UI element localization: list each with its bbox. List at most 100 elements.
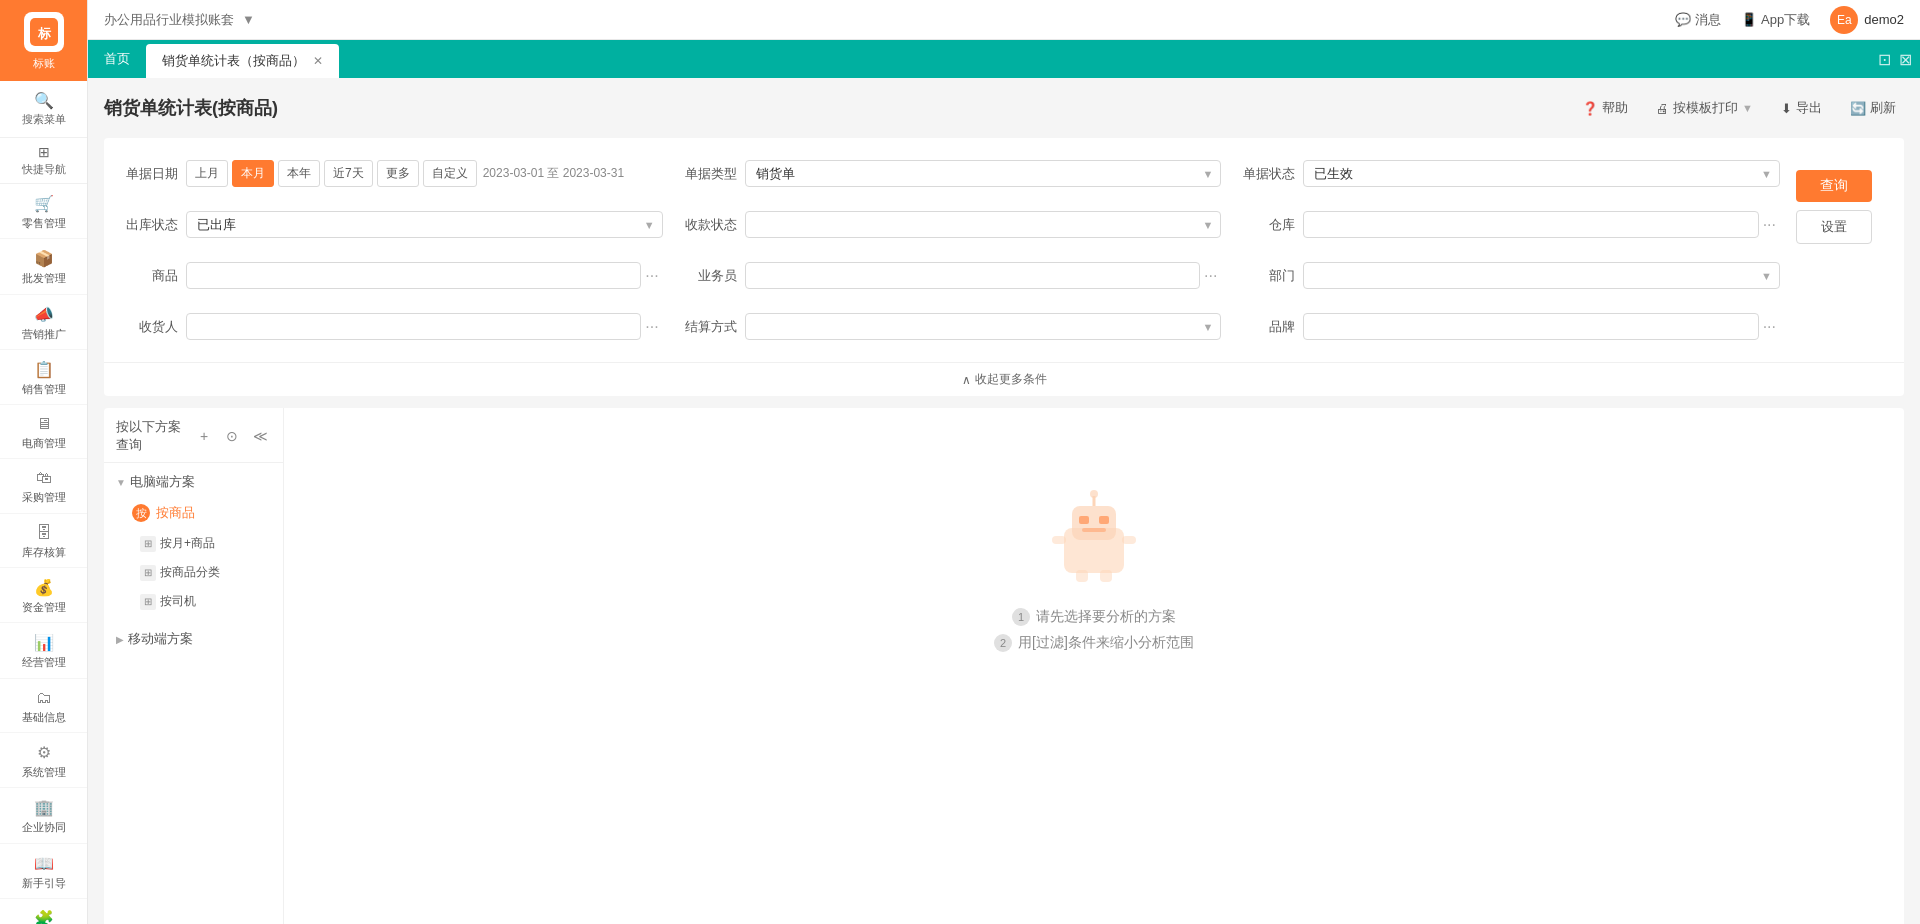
logo-area[interactable]: 标 标账 (0, 0, 87, 81)
date-btn-more[interactable]: 更多 (377, 160, 419, 187)
svg-text:标: 标 (36, 26, 51, 41)
refresh-label: 刷新 (1870, 99, 1896, 117)
query-btn[interactable]: 查询 (1796, 170, 1872, 202)
sidebar-item-inventory[interactable]: 🗄 库存核算 (0, 514, 87, 568)
scheme-subitem-month-goods[interactable]: ⊞ 按月+商品 (104, 529, 283, 558)
filter-goods: 商品 ··· (120, 256, 679, 295)
breadcrumb-dropdown[interactable]: ▼ (242, 12, 255, 27)
svg-point-8 (1090, 490, 1098, 498)
warehouse-content: ··· (1303, 211, 1780, 238)
sidebar-search[interactable]: 🔍 搜索菜单 (0, 81, 87, 138)
receiver-input[interactable] (186, 313, 641, 340)
goods-input[interactable] (186, 262, 641, 289)
scheme-group-pc-title[interactable]: ▼ 电脑端方案 (104, 467, 283, 497)
brand-input[interactable] (1303, 313, 1758, 340)
receipt-status-select[interactable] (745, 211, 1222, 238)
app-icon: 📱 (1741, 12, 1757, 27)
export-icon: ⬇ (1781, 101, 1792, 116)
sidebar-item-guide[interactable]: 📖 新手引导 (0, 844, 87, 899)
help-icon: ❓ (1582, 101, 1598, 116)
sidebar-item-enterprise[interactable]: 🏢 企业协同 (0, 788, 87, 843)
sidebar-item-system[interactable]: ⚙ 系统管理 (0, 733, 87, 788)
date-btn-this-month[interactable]: 本月 (232, 160, 274, 187)
sidebar-item-operations[interactable]: 📊 经营管理 (0, 623, 87, 678)
scheme-subitem-goods-category[interactable]: ⊞ 按商品分类 (104, 558, 283, 587)
filter-row-4: 收货人 ··· 结算方式 (120, 307, 1796, 346)
warehouse-dots[interactable]: ··· (1759, 216, 1780, 234)
sidebar-item-sales[interactable]: 📋 销售管理 (0, 350, 87, 405)
collapse-bar[interactable]: ∧ 收起更多条件 (104, 362, 1904, 396)
main-area: 办公用品行业模拟账套 ▼ 💬 消息 📱 App下载 Ea demo2 首页 销货… (88, 0, 1920, 924)
logo-icon: 标 (24, 12, 64, 52)
filter-department: 部门 ▼ (1237, 256, 1796, 295)
date-btn-this-year[interactable]: 本年 (278, 160, 320, 187)
top-header: 办公用品行业模拟账套 ▼ 💬 消息 📱 App下载 Ea demo2 (88, 0, 1920, 40)
goods-dots[interactable]: ··· (641, 267, 662, 285)
tab-maximize-btn[interactable]: ⊠ (1899, 50, 1912, 69)
system-icon: ⚙ (37, 743, 51, 762)
receiver-dots[interactable]: ··· (641, 318, 662, 336)
empty-hint-1-text: 请先选择要分析的方案 (1036, 608, 1176, 626)
date-range-text: 2023-03-01 至 2023-03-31 (483, 165, 624, 182)
refresh-icon: 🔄 (1850, 101, 1866, 116)
tab-home[interactable]: 首页 (88, 40, 146, 78)
doc-status-content: 已生效 ▼ (1303, 160, 1780, 187)
sidebar-quicknav[interactable]: ⊞ 快捷导航 (0, 138, 87, 184)
template-print-btn[interactable]: 🖨 按模板打印 ▼ (1648, 94, 1761, 122)
scheme-header-label: 按以下方案查询 (116, 418, 187, 454)
tab-close-btn[interactable]: ✕ (313, 54, 323, 68)
scheme-group-mobile-label: 移动端方案 (128, 630, 193, 648)
settings-btn[interactable]: 设置 (1796, 210, 1872, 244)
date-btn-custom[interactable]: 自定义 (423, 160, 477, 187)
doc-status-select[interactable]: 已生效 (1303, 160, 1780, 187)
header-msg-btn[interactable]: 💬 消息 (1675, 11, 1721, 29)
header-user[interactable]: Ea demo2 (1830, 6, 1904, 34)
guide-icon: 📖 (34, 854, 54, 873)
sidebar-item-basic[interactable]: 🗂 基础信息 (0, 679, 87, 733)
doc-type-select[interactable]: 销货单 (745, 160, 1222, 187)
scheme-panel: 按以下方案查询 + ⊙ ≪ ▼ 电脑端方案 按 按商品 (104, 408, 284, 924)
scheme-item-by-goods[interactable]: 按 按商品 (104, 497, 283, 529)
warehouse-input[interactable] (1303, 211, 1758, 238)
receipt-status-content: ▼ (745, 211, 1222, 238)
refresh-btn[interactable]: 🔄 刷新 (1842, 94, 1904, 122)
empty-hint-2: 2 用[过滤]条件来缩小分析范围 (994, 634, 1194, 652)
department-select-wrap: ▼ (1303, 262, 1780, 289)
department-select[interactable] (1303, 262, 1780, 289)
scheme-subitem-clerk[interactable]: ⊞ 按司机 (104, 587, 283, 616)
collapse-label: 收起更多条件 (975, 371, 1047, 388)
tab-minimize-btn[interactable]: ⊡ (1878, 50, 1891, 69)
tab-sales-stat[interactable]: 销货单统计表（按商品） ✕ (146, 44, 339, 78)
payment-select[interactable] (745, 313, 1222, 340)
date-btn-last-month[interactable]: 上月 (186, 160, 228, 187)
sidebar-item-enterprise-label: 企业协同 (22, 820, 66, 834)
sidebar-item-ecommerce[interactable]: 🖥 电商管理 (0, 405, 87, 459)
scheme-collapse-btn[interactable]: ≪ (249, 425, 271, 447)
help-btn[interactable]: ❓ 帮助 (1574, 94, 1636, 122)
scheme-add-btn[interactable]: + (193, 425, 215, 447)
app-label: App下载 (1761, 11, 1810, 29)
sidebar-item-appcenter[interactable]: 🧩 应用中心 (0, 899, 87, 924)
filter-date: 单据日期 上月 本月 本年 近7天 更多 自定义 20 (120, 154, 679, 193)
brand-dots[interactable]: ··· (1759, 318, 1780, 336)
scheme-settings-btn[interactable]: ⊙ (221, 425, 243, 447)
export-btn[interactable]: ⬇ 导出 (1773, 94, 1830, 122)
sidebar-item-purchase[interactable]: 🛍 采购管理 (0, 459, 87, 513)
filter-salesperson: 业务员 ··· (679, 256, 1238, 295)
salesperson-dots[interactable]: ··· (1200, 267, 1221, 285)
finance-icon: 💰 (34, 578, 54, 597)
sidebar-item-retail[interactable]: 🛒 零售管理 (0, 184, 87, 239)
department-content: ▼ (1303, 262, 1780, 289)
scheme-group-mobile-title[interactable]: ▶ 移动端方案 (104, 624, 283, 654)
salesperson-input[interactable] (745, 262, 1200, 289)
header-app-btn[interactable]: 📱 App下载 (1741, 11, 1810, 29)
date-btn-7days[interactable]: 近7天 (324, 160, 373, 187)
date-btn-group: 上月 本月 本年 近7天 更多 自定义 (186, 160, 477, 187)
sidebar-item-operations-label: 经营管理 (22, 655, 66, 669)
sidebar-item-marketing[interactable]: 📣 营销推广 (0, 295, 87, 350)
sidebar-item-finance[interactable]: 💰 资金管理 (0, 568, 87, 623)
month-goods-label: 按月+商品 (160, 535, 215, 552)
sidebar-item-wholesale[interactable]: 📦 批发管理 (0, 239, 87, 294)
out-status-select[interactable]: 已出库 (186, 211, 663, 238)
filter-brand: 品牌 ··· (1237, 307, 1796, 346)
